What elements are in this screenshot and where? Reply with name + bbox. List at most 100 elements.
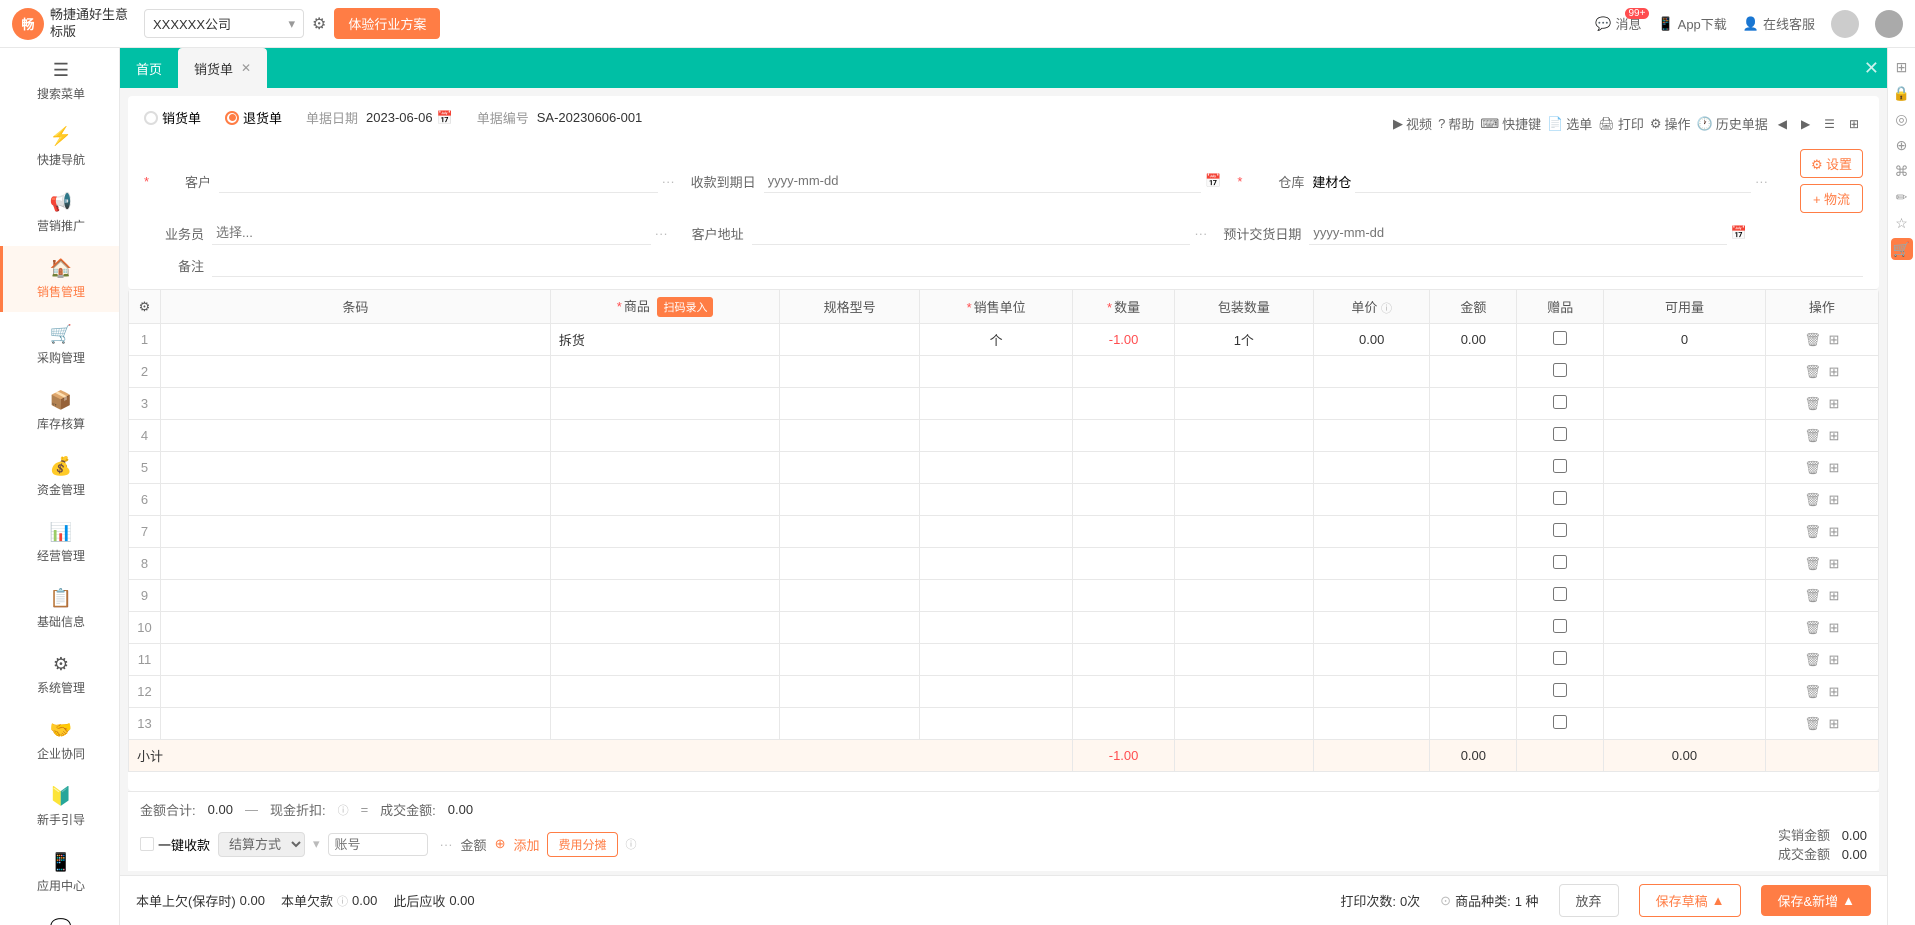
copy-row-icon[interactable]: ⊞ (1828, 492, 1839, 507)
calendar-icon[interactable]: 📅 (437, 110, 453, 126)
delete-row-icon[interactable]: 🗑 (1804, 588, 1821, 603)
sidebar-item-finance[interactable]: 💰 资金管理 (0, 444, 119, 510)
row-unit-price[interactable] (1314, 676, 1430, 708)
row-product[interactable] (550, 676, 780, 708)
row-qty[interactable] (1073, 452, 1174, 484)
online-service-item[interactable]: 👤 在线客服 (1743, 14, 1815, 33)
company-selector[interactable]: XXXXXX公司 ▾ (144, 9, 304, 38)
row-barcode[interactable] (161, 676, 551, 708)
row-unit-price[interactable] (1314, 484, 1430, 516)
panel-icon-plus[interactable]: ⊕ (1891, 134, 1913, 156)
row-qty[interactable] (1073, 484, 1174, 516)
row-unit-price[interactable] (1314, 548, 1430, 580)
row-qty[interactable] (1073, 516, 1174, 548)
row-unit-price[interactable] (1314, 452, 1430, 484)
row-unit-price[interactable] (1314, 708, 1430, 740)
row-barcode[interactable] (161, 388, 551, 420)
row-spec[interactable] (780, 548, 919, 580)
th-settings[interactable]: ⚙ (129, 290, 161, 324)
row-spec[interactable] (780, 612, 919, 644)
row-gift[interactable] (1517, 644, 1604, 676)
due-date-calendar-icon[interactable]: 📅 (1205, 173, 1221, 189)
copy-row-icon[interactable]: ⊞ (1828, 684, 1839, 699)
panel-icon-lock[interactable]: 🔒 (1891, 82, 1913, 104)
row-barcode[interactable] (161, 708, 551, 740)
copy-row-icon[interactable]: ⊞ (1828, 524, 1839, 539)
fee-split-btn[interactable]: 费用分摊 (547, 832, 617, 857)
message-icon-item[interactable]: 💬 消息 99+ (1595, 14, 1641, 33)
expected-date-calendar-icon[interactable]: 📅 (1731, 225, 1747, 241)
customer-addr-dots-icon[interactable]: ··· (1194, 226, 1207, 241)
row-barcode[interactable] (161, 548, 551, 580)
delete-row-icon[interactable]: 🗑 (1804, 620, 1821, 635)
settings-gear-button[interactable]: ⚙ (312, 14, 326, 34)
panel-icon-edit[interactable]: ✏ (1891, 186, 1913, 208)
sidebar-item-enterprise[interactable]: 🤝 企业协同 (0, 708, 119, 774)
copy-row-icon[interactable]: ⊞ (1828, 588, 1839, 603)
sidebar-item-marketing[interactable]: 📢 营销推广 (0, 180, 119, 246)
delete-row-icon[interactable]: 🗑 (1804, 652, 1821, 667)
row-qty[interactable] (1073, 676, 1174, 708)
delete-row-icon[interactable]: 🗑 (1804, 428, 1821, 443)
copy-row-icon[interactable]: ⊞ (1828, 428, 1839, 443)
row-product[interactable] (550, 612, 780, 644)
row-qty[interactable] (1073, 356, 1174, 388)
row-product[interactable] (550, 548, 780, 580)
row-product[interactable] (550, 644, 780, 676)
row-qty[interactable]: -1.00 (1073, 324, 1174, 356)
row-product[interactable] (550, 580, 780, 612)
add-item-icon[interactable]: ⊕ (495, 836, 506, 852)
shortcut-btn[interactable]: ⌨ 快捷键 (1480, 114, 1541, 133)
salesperson-input[interactable] (212, 221, 651, 245)
history-btn[interactable]: 🕐 历史单据 (1697, 114, 1768, 133)
save-new-btn[interactable]: 保存&新增 ▲ (1761, 885, 1871, 916)
user-avatar[interactable] (1831, 10, 1859, 38)
settlement-method-select[interactable]: 结算方式 (218, 832, 305, 857)
sidebar-item-app-center[interactable]: 📱 应用中心 (0, 840, 119, 906)
copy-row-icon[interactable]: ⊞ (1828, 652, 1839, 667)
panel-icon-grid[interactable]: ⊞ (1891, 56, 1913, 78)
warehouse-input[interactable] (1355, 169, 1751, 193)
row-barcode[interactable] (161, 644, 551, 676)
salesperson-dots-icon[interactable]: ··· (655, 226, 668, 241)
copy-row-icon[interactable]: ⊞ (1828, 364, 1839, 379)
delete-row-icon[interactable]: 🗑 (1804, 396, 1821, 411)
row-qty[interactable] (1073, 612, 1174, 644)
radio-return-order[interactable]: 退货单 (225, 108, 282, 127)
row-unit-price[interactable] (1314, 580, 1430, 612)
row-gift[interactable] (1517, 676, 1604, 708)
row-gift[interactable] (1517, 516, 1604, 548)
row-product[interactable] (550, 452, 780, 484)
row-qty[interactable] (1073, 420, 1174, 452)
video-btn[interactable]: ▶ 视频 (1393, 114, 1432, 133)
row-product[interactable] (550, 516, 780, 548)
row-barcode[interactable] (161, 356, 551, 388)
row-unit-price[interactable] (1314, 356, 1430, 388)
sidebar-item-search[interactable]: ☰ 搜索菜单 (0, 48, 119, 114)
copy-row-icon[interactable]: ⊞ (1828, 556, 1839, 571)
sidebar-item-wechat[interactable]: 💬 企业微信 (0, 906, 119, 925)
row-spec[interactable] (780, 356, 919, 388)
trial-btn[interactable]: 体验行业方案 (334, 8, 440, 39)
row-unit-price[interactable] (1314, 388, 1430, 420)
abandon-btn[interactable]: 放弃 (1559, 884, 1619, 917)
sidebar-item-inventory[interactable]: 📦 库存核算 (0, 378, 119, 444)
row-qty[interactable] (1073, 708, 1174, 740)
row-qty[interactable] (1073, 644, 1174, 676)
copy-row-icon[interactable]: ⊞ (1828, 460, 1839, 475)
logistics-btn[interactable]: + 物流 (1800, 184, 1863, 213)
row-spec[interactable] (780, 420, 919, 452)
delete-row-icon[interactable]: 🗑 (1804, 364, 1821, 379)
row-product[interactable] (550, 484, 780, 516)
sidebar-item-quick-nav[interactable]: ⚡ 快捷导航 (0, 114, 119, 180)
row-barcode[interactable] (161, 324, 551, 356)
tab-home[interactable]: 首页 (120, 48, 178, 88)
row-gift[interactable] (1517, 612, 1604, 644)
row-unit-price[interactable] (1314, 644, 1430, 676)
copy-row-icon[interactable]: ⊞ (1828, 716, 1839, 731)
sidebar-item-system[interactable]: ⚙ 系统管理 (0, 642, 119, 708)
row-spec[interactable] (780, 708, 919, 740)
row-barcode[interactable] (161, 580, 551, 612)
row-spec[interactable] (780, 644, 919, 676)
row-spec[interactable] (780, 452, 919, 484)
